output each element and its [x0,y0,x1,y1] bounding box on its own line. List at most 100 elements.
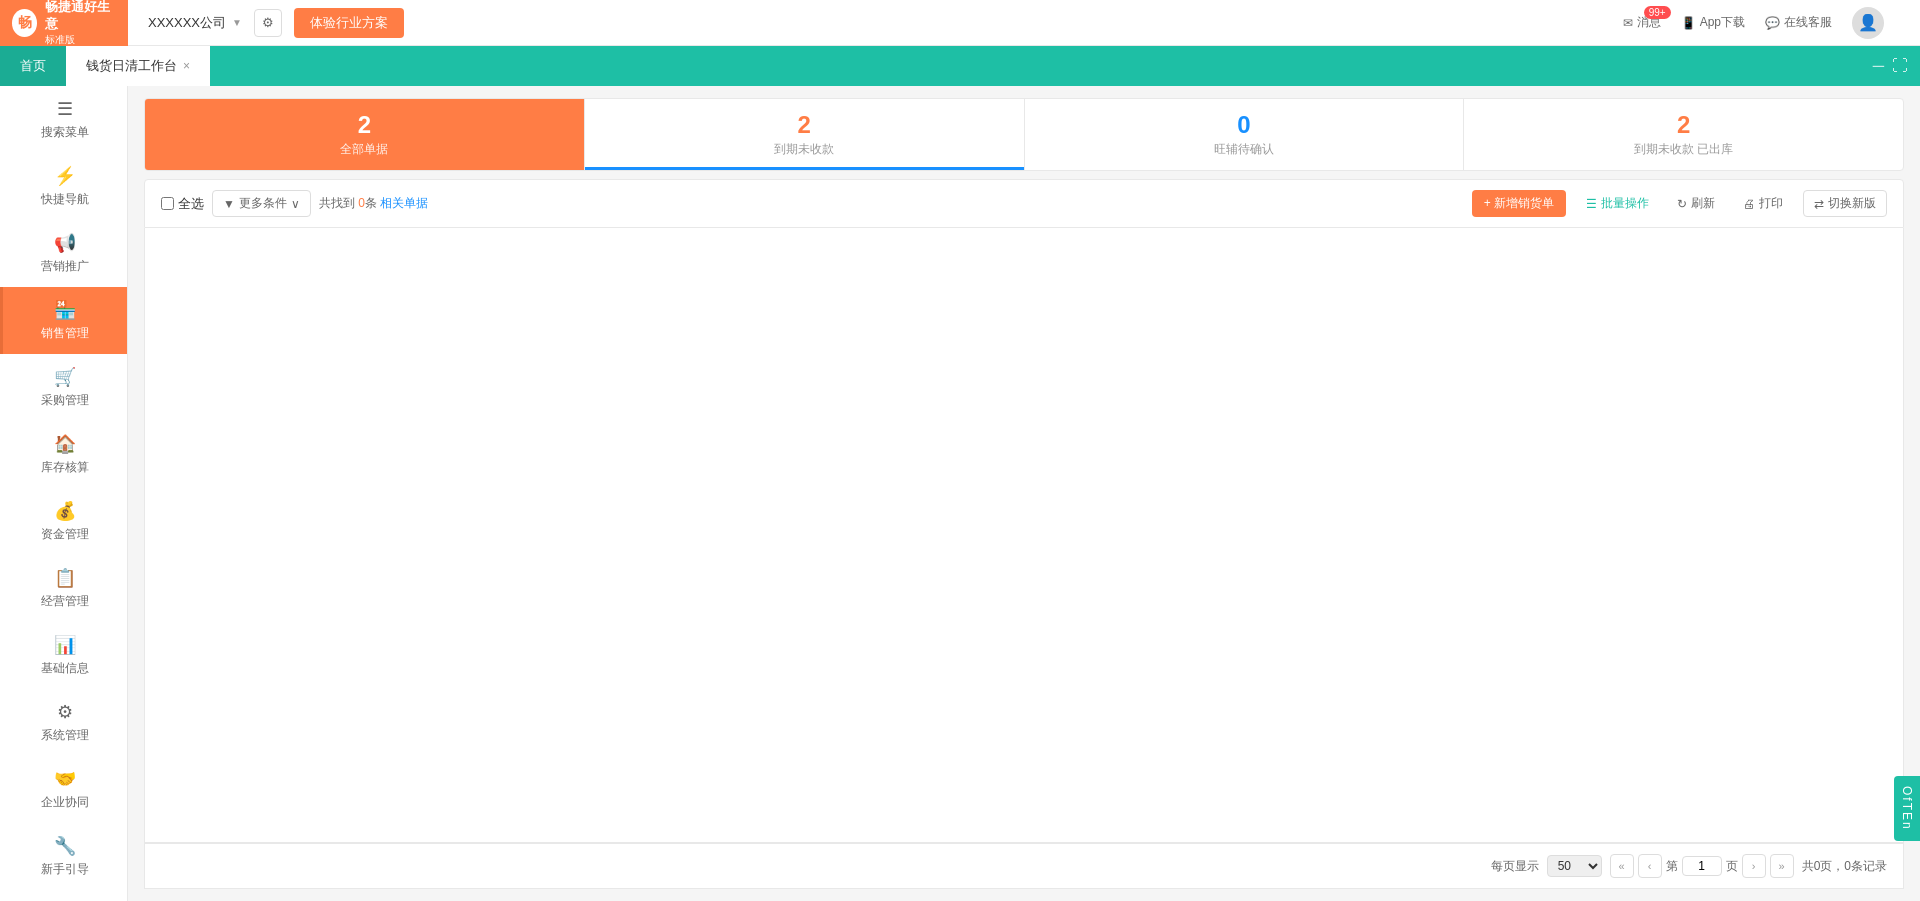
tab-maximize-icon[interactable]: ⛶ [1892,57,1908,75]
chevron-down-icon: ▼ [232,17,242,28]
tab-bar: 首页 钱货日清工作台 × ─ ⛶ [0,46,1920,86]
search-icon: ☰ [57,98,73,120]
online-service-label: 在线客服 [1784,14,1832,31]
tab-active[interactable]: 钱货日清工作台 × [66,46,210,86]
next-page-button[interactable]: › [1742,854,1766,878]
tab-home[interactable]: 首页 [0,46,66,86]
sidebar-item-purchase-mgmt[interactable]: 🛒 采购管理 [0,354,127,421]
overdue-shipped-count: 2 [1677,111,1690,139]
sidebar-item-basic-info[interactable]: 📊 基础信息 [0,622,127,689]
select-all-checkbox[interactable]: 全选 [161,195,204,213]
page-number-input[interactable] [1682,856,1722,876]
sidebar-item-label: 企业协同 [41,794,89,811]
new-order-button[interactable]: + 新增销货单 [1472,190,1566,217]
settings-icon: ⚙ [57,701,73,723]
app-download-button[interactable]: 📱 App下载 [1681,14,1745,31]
avatar[interactable]: 👤 [1852,7,1884,39]
sidebar-item-operations[interactable]: 📋 经营管理 [0,555,127,622]
sidebar-item-app-center[interactable]: 📦 应用中心 [0,890,127,901]
select-all-input[interactable] [161,197,174,210]
service-icon: 💬 [1765,16,1780,30]
money-icon: 💰 [54,500,76,522]
logo-icon: 畅 [12,9,37,37]
message-button[interactable]: ✉ 消息 99 [1623,14,1661,31]
often-badge[interactable]: OfTEn [1894,776,1920,841]
batch-operation-button[interactable]: ☰ 批量操作 [1578,191,1657,216]
last-page-button[interactable]: » [1770,854,1794,878]
summary-card-wangpu[interactable]: 0 旺辅待确认 [1025,99,1465,170]
page-size-label: 每页显示 [1491,858,1539,875]
content-area: 2 全部单据 2 到期未收款 0 旺辅待确认 2 到期未收款 已出库 [128,86,1920,901]
result-text: 共找到 0条 相关单据 [319,195,428,212]
select-all-label: 全选 [178,195,204,213]
sidebar-item-label: 新手引导 [41,861,89,878]
sidebar-item-inventory[interactable]: 🏠 库存核算 [0,421,127,488]
more-filter-label: 更多条件 [239,195,287,212]
online-service-button[interactable]: 💬 在线客服 [1765,14,1832,31]
logo-sub: 标准版 [45,33,116,46]
refresh-label: 刷新 [1691,195,1715,212]
summary-card-overdue[interactable]: 2 到期未收款 [585,99,1025,170]
print-icon: 🖨 [1743,197,1755,211]
sidebar-item-label: 销售管理 [41,325,89,342]
sidebar-item-guide[interactable]: 🔧 新手引导 [0,823,127,890]
related-orders-link[interactable]: 相关单据 [380,196,428,210]
gear-icon: ⚙ [262,15,274,30]
tab-bar-end: ─ ⛶ [1873,57,1920,75]
sidebar-item-sales-mgmt[interactable]: 🏪 销售管理 [0,287,127,354]
download-icon: 📱 [1681,16,1696,30]
all-label: 全部单据 [340,141,388,158]
sidebar-item-label: 系统管理 [41,727,89,744]
message-badge: 99 [1644,6,1671,19]
prev-page-button[interactable]: ‹ [1638,854,1662,878]
sidebar-item-quick-nav[interactable]: ⚡ 快捷导航 [0,153,127,220]
close-icon[interactable]: × [183,59,190,73]
summary-card-overdue-shipped[interactable]: 2 到期未收款 已出库 [1464,99,1903,170]
guide-icon: 🔧 [54,835,76,857]
sidebar-item-label: 营销推广 [41,258,89,275]
company-name: XXXXXX公司 [148,14,226,32]
report-icon: 📋 [54,567,76,589]
sidebar-item-enterprise[interactable]: 🤝 企业协同 [0,756,127,823]
toolbar: 全选 ▼ 更多条件 ∨ 共找到 0条 相关单据 + 新增销货单 ☰ 批量操作 [144,179,1904,228]
switch-version-button[interactable]: ⇄ 切换新版 [1803,190,1887,217]
page-label: 第 [1666,858,1678,875]
summary-card-all[interactable]: 2 全部单据 [145,99,585,170]
sidebar-item-label: 采购管理 [41,392,89,409]
sidebar: ☰ 搜索菜单 ⚡ 快捷导航 📢 营销推广 🏪 销售管理 🛒 采购管理 🏠 库存核… [0,86,128,901]
company-selector[interactable]: XXXXXX公司 ▼ [148,14,242,32]
overdue-count: 2 [797,111,810,139]
page-suffix: 页 [1726,858,1738,875]
settings-button[interactable]: ⚙ [254,9,282,37]
trial-button[interactable]: 体验行业方案 [294,8,404,38]
wangpu-label: 旺辅待确认 [1214,141,1274,158]
print-button[interactable]: 🖨 打印 [1735,191,1791,216]
tab-minimize-icon[interactable]: ─ [1873,57,1884,75]
first-page-button[interactable]: « [1610,854,1634,878]
refresh-button[interactable]: ↻ 刷新 [1669,191,1723,216]
table-area [144,228,1904,843]
logo-text: 畅捷通好生意 标准版 [45,0,116,46]
result-count: 0 [358,196,365,210]
sidebar-item-marketing[interactable]: 📢 营销推广 [0,220,127,287]
logo-area: 畅 畅捷通好生意 标准版 [0,0,128,46]
message-icon: ✉ [1623,16,1633,30]
toolbar-left: 全选 ▼ 更多条件 ∨ 共找到 0条 相关单据 [161,190,1464,217]
tab-home-label: 首页 [20,57,46,75]
sidebar-item-label: 快捷导航 [41,191,89,208]
top-header: 畅 畅捷通好生意 标准版 XXXXXX公司 ▼ ⚙ 体验行业方案 ✉ 消息 99… [0,0,1920,46]
sidebar-item-label: 资金管理 [41,526,89,543]
shop-icon: 🏪 [54,299,76,321]
chart-icon: 📊 [54,634,76,656]
tab-active-label: 钱货日清工作台 [86,57,177,75]
more-filter-button[interactable]: ▼ 更多条件 ∨ [212,190,311,217]
sidebar-item-label: 搜索菜单 [41,124,89,141]
page-nav: « ‹ 第 页 › » [1610,854,1794,878]
logo-main: 畅捷通好生意 [45,0,116,33]
megaphone-icon: 📢 [54,232,76,254]
sidebar-item-finance[interactable]: 💰 资金管理 [0,488,127,555]
sidebar-item-search-menu[interactable]: ☰ 搜索菜单 [0,86,127,153]
sidebar-item-sys-mgmt[interactable]: ⚙ 系统管理 [0,689,127,756]
sidebar-item-label: 经营管理 [41,593,89,610]
page-size-select[interactable]: 50100200 [1547,855,1602,877]
